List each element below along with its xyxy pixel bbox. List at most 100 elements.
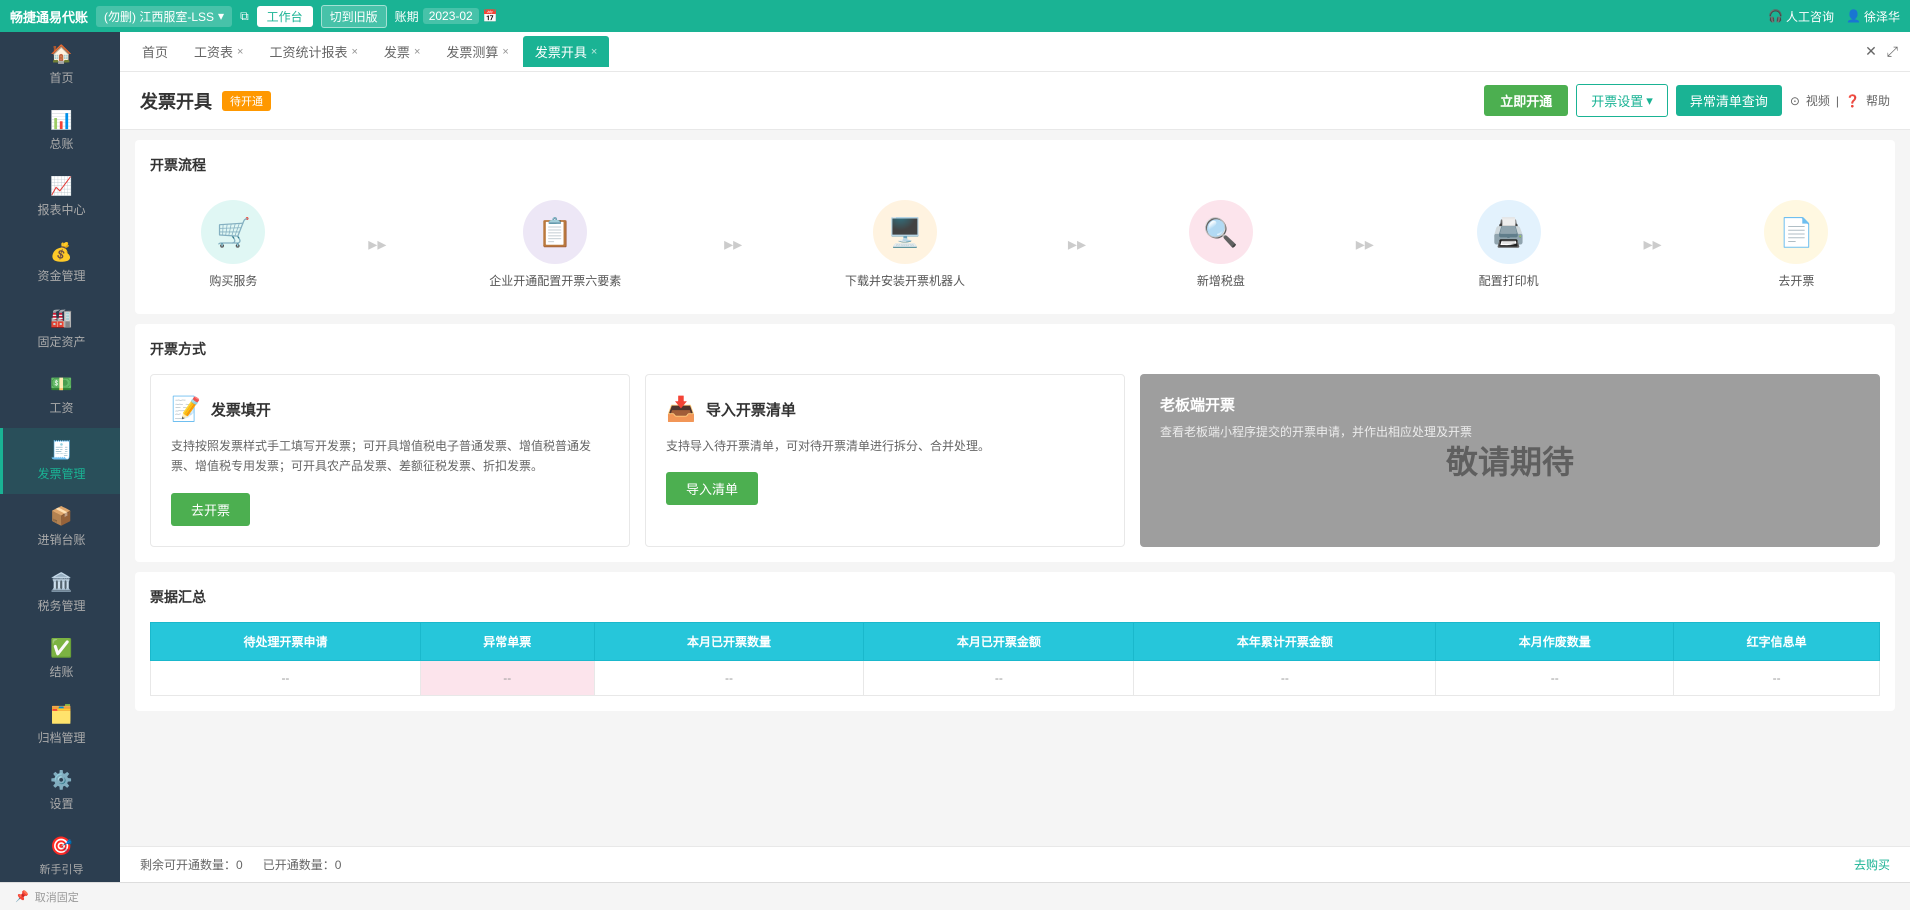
tab-invoice[interactable]: 发票 × xyxy=(372,36,432,67)
settings-icon: ⚙️ xyxy=(50,770,72,791)
sidebar-item-ledger[interactable]: 📊总账 xyxy=(0,98,120,164)
copy-icon[interactable]: ⧉ xyxy=(240,9,249,24)
top-bar: 畅捷通易代账 (勿删) 江西服室-LSS ▾ ⧉ 工作台 切到旧版 账期 202… xyxy=(0,0,1910,32)
step-config[interactable]: 📋企业开通配置开票六要素 xyxy=(489,200,621,289)
payroll-icon: 💵 xyxy=(50,374,72,395)
opened-quota-label: 已开通数量：0 xyxy=(263,856,342,873)
bottom-bar: 剩余可开通数量：0 已开通数量：0 去购买 xyxy=(120,846,1910,882)
summary-val-6: -- xyxy=(1674,660,1880,695)
import-list-button[interactable]: 导入清单 xyxy=(666,472,758,505)
sidebar-label-reports: 报表中心 xyxy=(37,201,85,218)
step-icon-new-taxbox: 🔍 xyxy=(1189,200,1253,264)
restore-tab-button[interactable]: ⤢ xyxy=(1885,41,1900,62)
summary-section: 票据汇总 待处理开票申请异常单票本月已开票数量本月已开票金额本年累计开票金额本月… xyxy=(135,572,1895,711)
tab-close-invoice-calc[interactable]: × xyxy=(502,46,508,58)
help-label: 帮助 xyxy=(1866,92,1890,109)
funds-icon: 💰 xyxy=(50,242,72,263)
calendar-icon[interactable]: 📅 xyxy=(483,9,498,23)
headset-icon: 🎧 xyxy=(1768,9,1783,23)
tab-home[interactable]: 首页 xyxy=(130,36,180,67)
period-info: 账期 2023-02 📅 xyxy=(395,8,498,25)
user-name: 徐泽华 xyxy=(1864,8,1900,25)
video-icon[interactable]: ⊙ xyxy=(1790,94,1800,108)
abnormal-query-button[interactable]: 异常清单查询 xyxy=(1676,85,1782,116)
tab-payroll[interactable]: 工资表× xyxy=(182,36,255,67)
summary-col-3: 本月已开票金额 xyxy=(864,622,1134,660)
user-avatar-icon: 👤 xyxy=(1846,9,1861,23)
status-badge: 待开通 xyxy=(222,91,271,111)
sidebar-item-assets[interactable]: 🏭固定资产 xyxy=(0,296,120,362)
close-tab-button[interactable]: ✕ xyxy=(1863,41,1879,62)
sidebar-label-ledger: 总账 xyxy=(49,135,73,152)
sidebar-item-guide[interactable]: 🎯新手引导 xyxy=(0,824,120,882)
step-label-config-printer: 配置打印机 xyxy=(1479,272,1539,289)
summary-col-5: 本月作废数量 xyxy=(1436,622,1674,660)
sidebar-item-settings[interactable]: ⚙️设置 xyxy=(0,758,120,824)
remaining-quota-label: 剩余可开通数量：0 xyxy=(140,856,243,873)
tab-close-payroll-report[interactable]: × xyxy=(351,46,357,58)
settlement-icon: ✅ xyxy=(50,638,72,659)
import-icon: 📥 xyxy=(666,395,696,424)
step-label-download: 下载并安装开票机器人 xyxy=(845,272,965,289)
workspace-button[interactable]: 工作台 xyxy=(257,6,313,27)
tab-close-invoice[interactable]: × xyxy=(414,46,420,58)
step-new-taxbox[interactable]: 🔍新增税盘 xyxy=(1189,200,1253,289)
sidebar-label-purchase: 进销台账 xyxy=(37,531,85,548)
tab-invoice-tool[interactable]: 发票开具× xyxy=(523,36,609,67)
summary-col-0: 待处理开票申请 xyxy=(151,622,421,660)
sidebar-item-home[interactable]: 🏠首页 xyxy=(0,32,120,98)
tab-payroll-report[interactable]: 工资统计报表× xyxy=(257,36,369,67)
tab-close-payroll[interactable]: × xyxy=(237,46,243,58)
page-header: 发票开具 待开通 立即开通 开票设置 ▾ 异常清单查询 ⊙ 视频 | ❓ xyxy=(120,72,1910,130)
coming-soon-text: 敬请期待 xyxy=(1446,437,1574,483)
help-icon[interactable]: ❓ xyxy=(1845,94,1860,108)
sidebar-bottom: 🎯新手引导👑畅会员 xyxy=(0,824,120,882)
sidebar-item-reports[interactable]: 📈 报表中心 xyxy=(0,164,120,230)
go-open-ticket-button[interactable]: 去开票 xyxy=(171,493,250,526)
settings-button[interactable]: 开票设置 ▾ xyxy=(1576,84,1668,117)
tab-close-invoice-tool[interactable]: × xyxy=(591,46,597,58)
pin-bar[interactable]: 📌 取消固定 xyxy=(0,882,1910,910)
main-layout: 🏠首页📊总账 📈 报表中心 💰资金管理🏭固定资产💵工资🧾发票管理📦进销台账🏛️税务管理… xyxy=(0,32,1910,882)
methods-section: 开票方式 📝 发票填开 支持按照发票样式手工填写开发票；可开具增值税电子普通发票… xyxy=(135,324,1895,562)
step-download[interactable]: 🖥️下载并安装开票机器人 xyxy=(845,200,965,289)
page-content: 发票开具 待开通 立即开通 开票设置 ▾ 异常清单查询 ⊙ 视频 | ❓ xyxy=(120,72,1910,846)
step-config-printer[interactable]: 🖨️配置打印机 xyxy=(1477,200,1541,289)
switch-version-button[interactable]: 切到旧版 xyxy=(321,5,387,28)
guide-icon: 🎯 xyxy=(50,836,72,857)
sidebar-item-tax[interactable]: 🏛️税务管理 xyxy=(0,560,120,626)
sidebar-label-assets: 固定资产 xyxy=(37,333,85,350)
service-link[interactable]: 🎧 人工咨询 xyxy=(1768,8,1834,25)
sidebar-item-purchase[interactable]: 📦进销台账 xyxy=(0,494,120,560)
summary-col-2: 本月已开票数量 xyxy=(594,622,864,660)
step-arrow-3: ▸▸ xyxy=(1356,234,1374,255)
step-buy-service[interactable]: 🛒购买服务 xyxy=(201,200,265,289)
chevron-down-icon: ▾ xyxy=(1646,93,1653,109)
sidebar-item-archive[interactable]: 🗂️归档管理 xyxy=(0,692,120,758)
step-open-ticket[interactable]: 📄去开票 xyxy=(1764,200,1828,289)
company-selector[interactable]: (勿删) 江西服室-LSS ▾ xyxy=(96,6,232,27)
user-info[interactable]: 👤 徐泽华 xyxy=(1846,8,1900,25)
sidebar-item-settlement[interactable]: ✅结账 xyxy=(0,626,120,692)
method-card-import-header: 📥 导入开票清单 xyxy=(666,395,1104,424)
open-now-button[interactable]: 立即开通 xyxy=(1484,85,1568,116)
tab-label-home: 首页 xyxy=(142,42,168,61)
methods-section-title: 开票方式 xyxy=(150,339,1880,359)
sidebar-item-funds[interactable]: 💰资金管理 xyxy=(0,230,120,296)
summary-val-5: -- xyxy=(1436,660,1674,695)
pin-label: 取消固定 xyxy=(35,889,79,905)
period-value: 2023-02 xyxy=(423,8,479,24)
top-bar-left: 畅捷通易代账 (勿删) 江西服室-LSS ▾ ⧉ 工作台 切到旧版 账期 202… xyxy=(10,5,498,28)
tab-invoice-calc[interactable]: 发票测算× xyxy=(434,36,520,67)
sidebar-item-invoice-mgmt[interactable]: 🧾发票管理 xyxy=(0,428,120,494)
sidebar-item-payroll[interactable]: 💵工资 xyxy=(0,362,120,428)
page-header-actions: 立即开通 开票设置 ▾ 异常清单查询 ⊙ 视频 | ❓ 帮助 xyxy=(1484,84,1890,117)
tab-label-invoice: 发票 xyxy=(384,42,410,61)
reports-icon: 📈 xyxy=(50,176,72,197)
step-arrow-4: ▸▸ xyxy=(1644,234,1662,255)
fill-title: 发票填开 xyxy=(211,399,271,420)
go-purchase-link[interactable]: 去购买 xyxy=(1854,856,1890,873)
methods-cards: 📝 发票填开 支持按照发票样式手工填写开发票；可开具增值税电子普通发票、增值税普… xyxy=(150,374,1880,547)
steps-section-title: 开票流程 xyxy=(150,155,1880,175)
sidebar-label-tax: 税务管理 xyxy=(37,597,85,614)
